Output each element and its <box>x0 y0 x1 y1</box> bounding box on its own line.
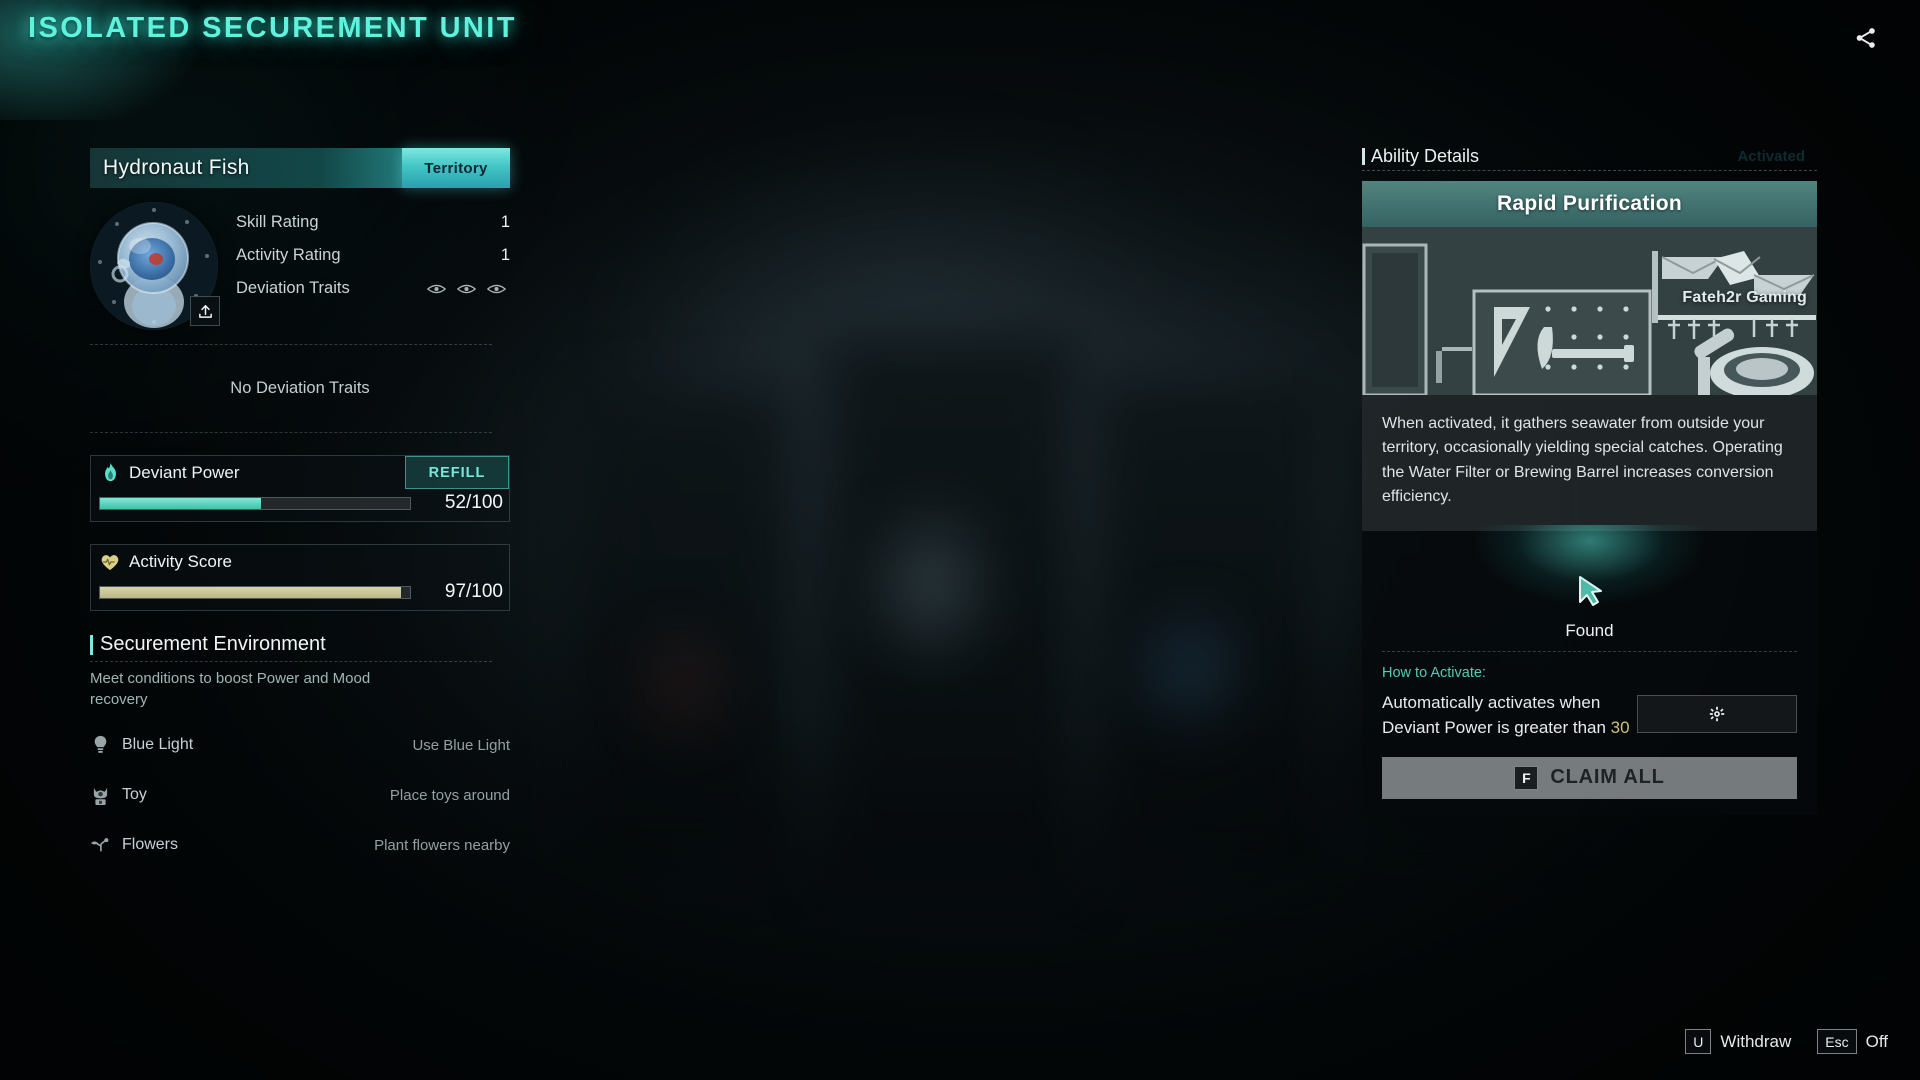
stat-skill-rating: Skill Rating 1 <box>236 206 510 239</box>
gear-icon <box>1709 707 1725 722</box>
meter-deviant-power: Deviant Power REFILL 52/100 <box>90 455 510 522</box>
claim-key-chip: F <box>1514 765 1539 790</box>
page-title-text: ISOLATED SECUREMENT UNIT <box>28 12 517 44</box>
ability-settings-button[interactable] <box>1637 695 1797 734</box>
flame-icon <box>99 462 121 484</box>
accent-bar <box>1362 147 1365 165</box>
activity-bar-value: 97/100 <box>444 581 503 602</box>
stat-value: 1 <box>500 213 510 231</box>
ability-illustration: Fateh2r Gaming <box>1362 227 1817 395</box>
deviation-eye-slots <box>427 283 510 295</box>
refill-button[interactable]: REFILL <box>405 456 509 489</box>
env-desc: Place toys around <box>389 786 510 804</box>
env-name: Blue Light <box>122 736 194 754</box>
found-label: Found <box>1565 621 1614 641</box>
eye-icon <box>457 284 476 293</box>
share-icon[interactable] <box>1844 16 1888 60</box>
how-threshold-value: 30 <box>1610 717 1630 737</box>
environment-row-toy[interactable]: Toy Place toys around <box>90 780 510 810</box>
flower-icon <box>90 834 110 856</box>
key-chip: Esc <box>1817 1029 1857 1054</box>
meter-activity-score: Activity Score 97/100 <box>90 544 510 611</box>
territory-badge[interactable]: Territory <box>402 148 510 188</box>
stat-label: Skill Rating <box>236 213 319 232</box>
found-block: Found <box>1382 525 1797 651</box>
no-deviation-traits-text: No Deviation Traits <box>230 379 370 397</box>
environment-row-blue-light[interactable]: Blue Light Use Blue Light <box>90 730 510 760</box>
environment-section-header: Securement Environment <box>90 633 510 656</box>
power-bar-track <box>99 496 411 510</box>
environment-row-flowers[interactable]: Flowers Plant flowers nearby <box>90 830 510 860</box>
env-row-left: Blue Light <box>90 734 193 756</box>
avatar[interactable] <box>90 202 220 330</box>
how-text-prefix: Automatically activates when Deviant Pow… <box>1382 693 1611 737</box>
env-row-left: Toy <box>90 784 147 806</box>
accent-bar <box>90 634 93 655</box>
environment-title: Securement Environment <box>100 633 326 655</box>
cursor-arrow-icon <box>1575 575 1605 614</box>
keybind-withdraw[interactable]: U Withdraw <box>1685 1029 1791 1054</box>
activity-bar-fill <box>100 586 401 598</box>
creature-name: Hydronaut Fish <box>103 156 250 179</box>
power-bar-fill <box>100 497 262 509</box>
claim-all-button[interactable]: F CLAIM ALL <box>1382 756 1797 799</box>
meter-header: Activity Score <box>91 545 509 578</box>
workshop-illustration <box>1362 227 1817 395</box>
stats-column: Skill Rating 1 Activity Rating 1 Deviati… <box>236 202 510 330</box>
meter-name: Deviant Power <box>129 462 240 482</box>
claim-all-label: CLAIM ALL <box>1550 766 1665 789</box>
creature-info-row: Skill Rating 1 Activity Rating 1 Deviati… <box>90 202 510 330</box>
footer-keybinds: U Withdraw Esc Off <box>1685 1029 1888 1054</box>
status-badge: Activated <box>1737 147 1805 165</box>
stat-value: 1 <box>500 246 510 264</box>
creature-panel: Hydronaut Fish Territory Skill Rating 1 … <box>90 148 510 860</box>
creature-name-row: Hydronaut Fish Territory <box>90 148 510 188</box>
meter-name: Activity Score <box>129 551 232 571</box>
meter-header: Deviant Power REFILL <box>91 456 509 489</box>
toy-icon <box>90 784 110 806</box>
ability-panel-header: Ability Details Activated <box>1362 142 1817 170</box>
ability-panel-title: Ability Details <box>1371 145 1480 166</box>
upload-icon[interactable] <box>190 296 220 326</box>
ability-name: Rapid Purification <box>1362 181 1817 227</box>
eye-icon <box>487 284 506 293</box>
environment-subtitle: Meet conditions to boost Power and Mood … <box>90 670 371 708</box>
stat-activity-rating: Activity Rating 1 <box>236 239 510 272</box>
divider <box>90 661 492 662</box>
keybind-off[interactable]: Esc Off <box>1817 1029 1888 1054</box>
env-row-left: Flowers <box>90 834 178 856</box>
power-bar-value: 52/100 <box>444 492 503 513</box>
env-desc: Plant flowers nearby <box>374 836 510 854</box>
lightbulb-icon <box>90 734 110 756</box>
stat-label: Deviation Traits <box>236 279 350 298</box>
divider <box>90 432 492 433</box>
video-watermark: Fateh2r Gaming <box>1682 289 1807 306</box>
env-name: Flowers <box>122 836 179 854</box>
ability-lower-section: Found How to Activate: Automatically act… <box>1362 525 1817 815</box>
key-chip: U <box>1685 1029 1712 1054</box>
divider <box>1362 170 1817 171</box>
divider <box>1382 651 1797 653</box>
stat-deviation-traits: Deviation Traits <box>236 272 510 305</box>
meter-body: 97/100 <box>91 578 509 610</box>
how-to-activate-label: How to Activate: <box>1382 665 1486 682</box>
ability-card: Rapid Purification Fateh2r Gaming When a… <box>1362 181 1817 532</box>
key-label: Withdraw <box>1720 1031 1792 1051</box>
env-name: Toy <box>122 786 147 804</box>
activity-bar-track <box>99 585 411 599</box>
heart-pulse-icon <box>99 551 121 573</box>
how-to-activate-row: Automatically activates when Deviant Pow… <box>1382 691 1797 740</box>
how-to-activate-text: Automatically activates when Deviant Pow… <box>1382 691 1637 740</box>
key-label: Off <box>1865 1031 1888 1051</box>
env-desc: Use Blue Light <box>412 736 510 754</box>
page-title: ISOLATED SECUREMENT UNIT <box>28 12 517 45</box>
meter-body: 52/100 <box>91 489 509 521</box>
ability-details-panel: Ability Details Activated Rapid Purifica… <box>1362 142 1817 815</box>
stat-label: Activity Rating <box>236 246 341 265</box>
eye-icon <box>427 284 446 293</box>
ability-description: When activated, it gathers seawater from… <box>1382 415 1783 505</box>
